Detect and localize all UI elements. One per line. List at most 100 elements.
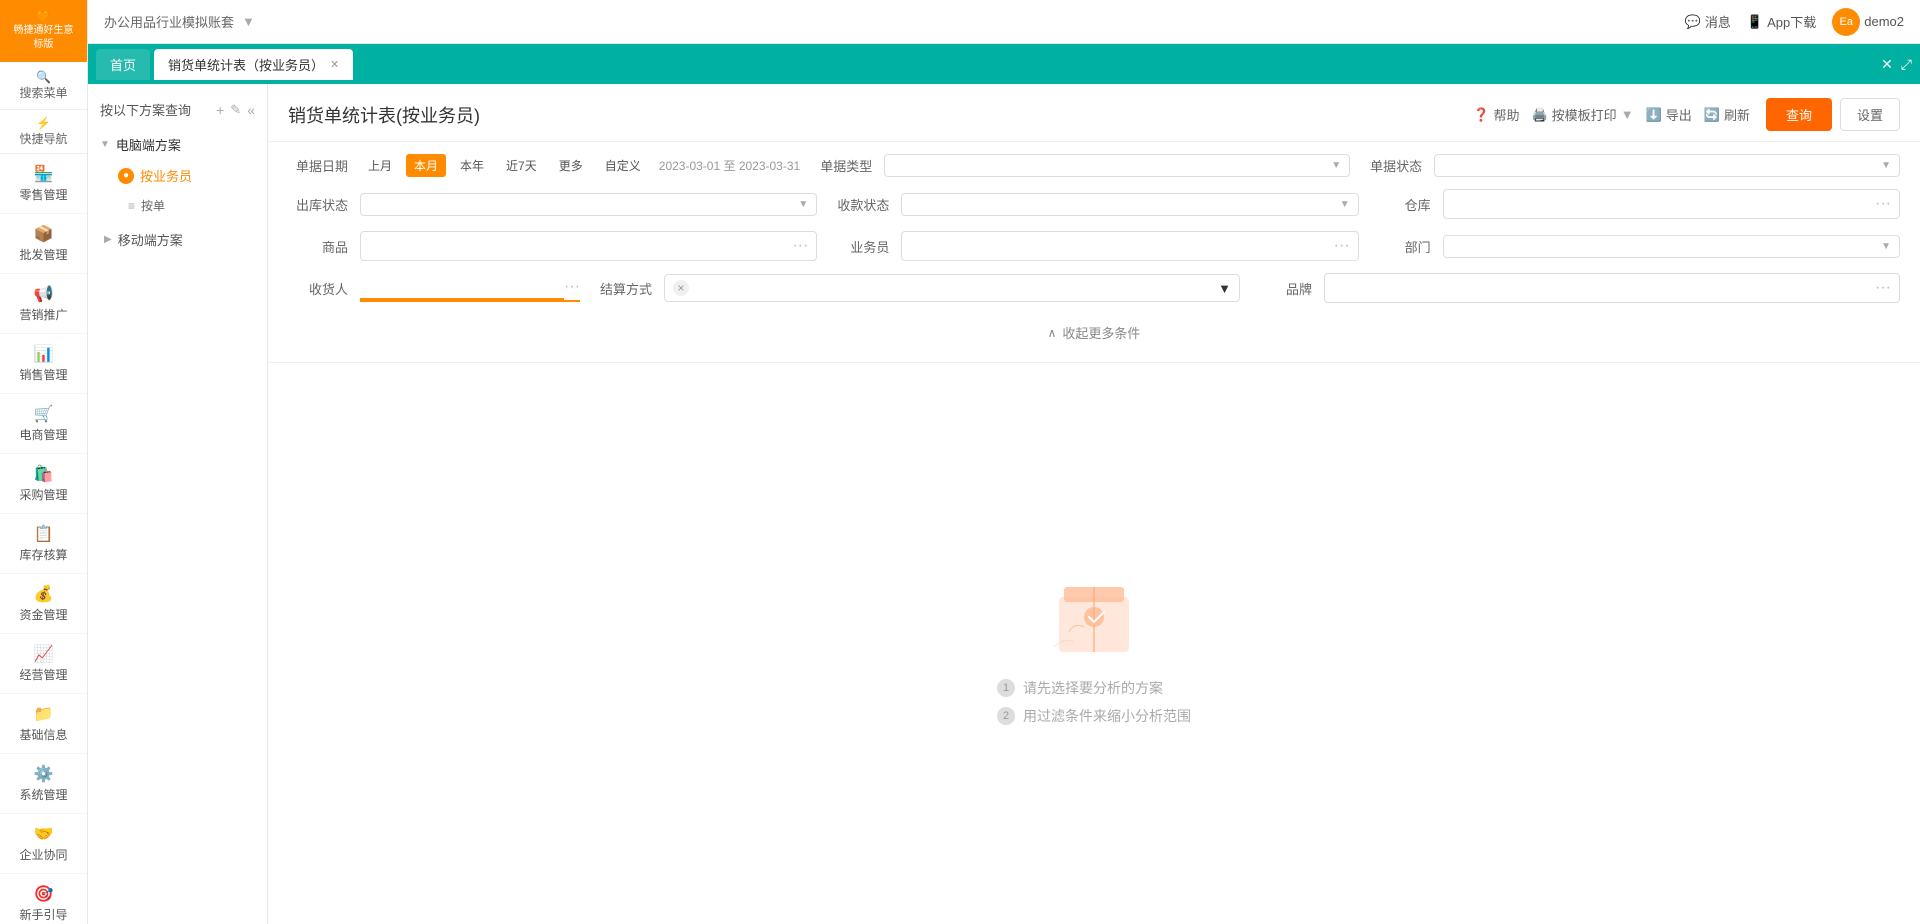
collapse-scheme-btn[interactable]: «: [247, 102, 255, 118]
print-dropdown-icon[interactable]: ▼: [1621, 107, 1634, 122]
avatar: Ea: [1832, 8, 1860, 36]
sidebar-item-inventory[interactable]: 📋 库存核算: [0, 514, 87, 574]
desktop-group-title[interactable]: ▼ 电脑端方案: [88, 129, 267, 160]
sidebar-item-system[interactable]: ⚙️ 系统管理: [0, 754, 87, 814]
filter-row-4: 收货人 ··· 结算方式 × ▼ 品牌 ···: [288, 273, 1900, 303]
filter-row-3: 商品 ··· 业务员 ··· 部门 ▼: [288, 231, 1900, 261]
header-right: 💬 消息 📱 App下载 Ea demo2: [1685, 8, 1904, 36]
sidebar-quicknav[interactable]: ⚡ 快捷导航: [0, 110, 87, 154]
date-btn-7days[interactable]: 近7天: [498, 154, 545, 177]
date-btn-this-month[interactable]: 本月: [406, 154, 446, 177]
tab-maximize-btns: ✕ ⤢: [1881, 56, 1912, 73]
print-btn[interactable]: 🖨️ 按模板打印 ▼: [1531, 105, 1633, 124]
logo-icon: 🧡: [8, 10, 79, 24]
goods-dots-icon[interactable]: ···: [792, 237, 808, 255]
tip-2: 2 用过滤条件来缩小分析范围: [997, 706, 1191, 726]
close-window-btn[interactable]: ✕: [1881, 56, 1893, 73]
wholesale-icon: 📦: [4, 224, 83, 244]
date-btn-this-year[interactable]: 本年: [452, 154, 492, 177]
sidebar-item-ecommerce[interactable]: 🛒 电商管理: [0, 394, 87, 454]
brand-label: 品牌: [1252, 279, 1312, 298]
consignee-label: 收货人: [288, 279, 348, 298]
help-btn[interactable]: ❓ 帮助: [1473, 105, 1519, 124]
payment-status-arrow-icon: ▼: [1340, 199, 1350, 210]
payment-status-select[interactable]: ▼: [901, 193, 1358, 216]
user-profile[interactable]: Ea demo2: [1832, 8, 1904, 36]
page-title: 销货单统计表(按业务员): [288, 102, 480, 128]
export-btn[interactable]: ⬇️ 导出: [1646, 105, 1692, 124]
storage-status-arrow-icon: ▼: [798, 199, 808, 210]
inventory-icon: 📋: [4, 524, 83, 544]
app-download-btn[interactable]: 📱 App下载: [1747, 12, 1816, 31]
document-type-select[interactable]: ▼: [884, 154, 1350, 177]
sidebar-logo[interactable]: 🧡 畅捷通好生意标版: [0, 0, 87, 62]
tab-home[interactable]: 首页: [96, 49, 150, 80]
company-dropdown-icon[interactable]: ▼: [242, 14, 255, 29]
message-btn[interactable]: 💬 消息: [1685, 12, 1731, 31]
scheme-subitem-order[interactable]: ≡ 按单: [88, 191, 267, 220]
date-btn-more[interactable]: 更多: [551, 154, 591, 177]
goods-select[interactable]: ···: [360, 231, 817, 261]
filter-row-2: 出库状态 ▼ 收款状态 ▼ 仓库 ···: [288, 189, 1900, 219]
department-select[interactable]: ▼: [1443, 235, 1900, 258]
goods-label: 商品: [288, 237, 348, 256]
filter-area: 单据日期 上月 本月 本年 近7天 更多 自定义 2023-03-01 至 20…: [268, 142, 1920, 363]
scheme-actions: + ✎ «: [216, 102, 255, 118]
retail-icon: 🏪: [4, 164, 83, 184]
page-actions: ❓ 帮助 🖨️ 按模板打印 ▼ ⬇️ 导出 �: [1473, 105, 1750, 124]
system-icon: ⚙️: [4, 764, 83, 784]
warehouse-select[interactable]: ···: [1443, 189, 1900, 219]
consignee-input[interactable]: [360, 275, 564, 300]
left-panel: 按以下方案查询 + ✎ « ▼ 电脑端方案 ● 按业务员 ≡ 按单: [88, 84, 268, 924]
brand-select[interactable]: ···: [1324, 273, 1900, 303]
department-label: 部门: [1371, 237, 1431, 256]
salesperson-dots-icon[interactable]: ···: [1334, 237, 1350, 255]
empty-illustration: [1034, 562, 1154, 662]
refresh-btn[interactable]: 🔄 刷新: [1704, 105, 1750, 124]
tip-num-1: 1: [997, 679, 1015, 697]
document-status-select[interactable]: ▼: [1434, 154, 1900, 177]
consignee-dots-icon[interactable]: ···: [564, 278, 580, 296]
sidebar-item-marketing[interactable]: 📢 营销推广: [0, 274, 87, 334]
doc-status-arrow-icon: ▼: [1881, 160, 1891, 171]
query-button[interactable]: 查询: [1766, 98, 1832, 131]
setting-button[interactable]: 设置: [1840, 98, 1900, 131]
payment-status-label: 收款状态: [829, 195, 889, 214]
tab-close-btn[interactable]: ✕: [330, 58, 339, 71]
sidebar-nav: 🏪 零售管理 📦 批发管理 📢 营销推广 📊 销售管理 🛒 电商管理 🛍️ 采购…: [0, 154, 87, 924]
date-btn-last-month[interactable]: 上月: [360, 154, 400, 177]
settlement-arrow-icon: ▼: [1218, 281, 1231, 296]
refresh-icon: 🔄: [1704, 107, 1720, 123]
sidebar-item-management[interactable]: 📈 经营管理: [0, 634, 87, 694]
edit-scheme-btn[interactable]: ✎: [230, 102, 241, 118]
sidebar-item-sales[interactable]: 📊 销售管理: [0, 334, 87, 394]
maximize-window-btn[interactable]: ⤢: [1901, 56, 1912, 73]
sidebar-search[interactable]: 🔍 搜索菜单: [0, 62, 87, 110]
settlement-clear-btn[interactable]: ×: [673, 280, 689, 296]
sidebar-item-finance[interactable]: 💰 资金管理: [0, 574, 87, 634]
sidebar-item-wholesale[interactable]: 📦 批发管理: [0, 214, 87, 274]
order-icon: ≡: [128, 199, 135, 213]
warehouse-dots-icon[interactable]: ···: [1875, 195, 1891, 213]
salesperson-select[interactable]: ···: [901, 231, 1358, 261]
download-icon: 📱: [1747, 14, 1763, 30]
sidebar-item-purchase[interactable]: 🛍️ 采购管理: [0, 454, 87, 514]
empty-tips: 1 请先选择要分析的方案 2 用过滤条件来缩小分析范围: [997, 678, 1191, 726]
sidebar-item-newuser[interactable]: 🎯 新手引导: [0, 874, 87, 924]
sidebar-item-retail[interactable]: 🏪 零售管理: [0, 154, 87, 214]
scheme-item-salesperson[interactable]: ● 按业务员: [88, 160, 267, 191]
brand-dots-icon[interactable]: ···: [1875, 279, 1891, 297]
sidebar-item-basic[interactable]: 📁 基础信息: [0, 694, 87, 754]
storage-status-select[interactable]: ▼: [360, 193, 817, 216]
collapse-btn[interactable]: ∧ 收起更多条件: [288, 315, 1900, 350]
settlement-select[interactable]: × ▼: [664, 274, 1240, 302]
mobile-scheme-group[interactable]: ▶ 移动端方案: [88, 224, 267, 255]
tab-sales-report[interactable]: 销货单统计表（按业务员） ✕: [154, 49, 353, 80]
export-icon: ⬇️: [1646, 107, 1662, 123]
add-scheme-btn[interactable]: +: [216, 102, 224, 118]
warehouse-label: 仓库: [1371, 195, 1431, 214]
sidebar-item-enterprise[interactable]: 🤝 企业协同: [0, 814, 87, 874]
content-area: 1 请先选择要分析的方案 2 用过滤条件来缩小分析范围: [268, 363, 1920, 924]
date-btn-custom[interactable]: 自定义: [597, 154, 649, 177]
header-left: 办公用品行业模拟账套 ▼: [104, 12, 255, 31]
